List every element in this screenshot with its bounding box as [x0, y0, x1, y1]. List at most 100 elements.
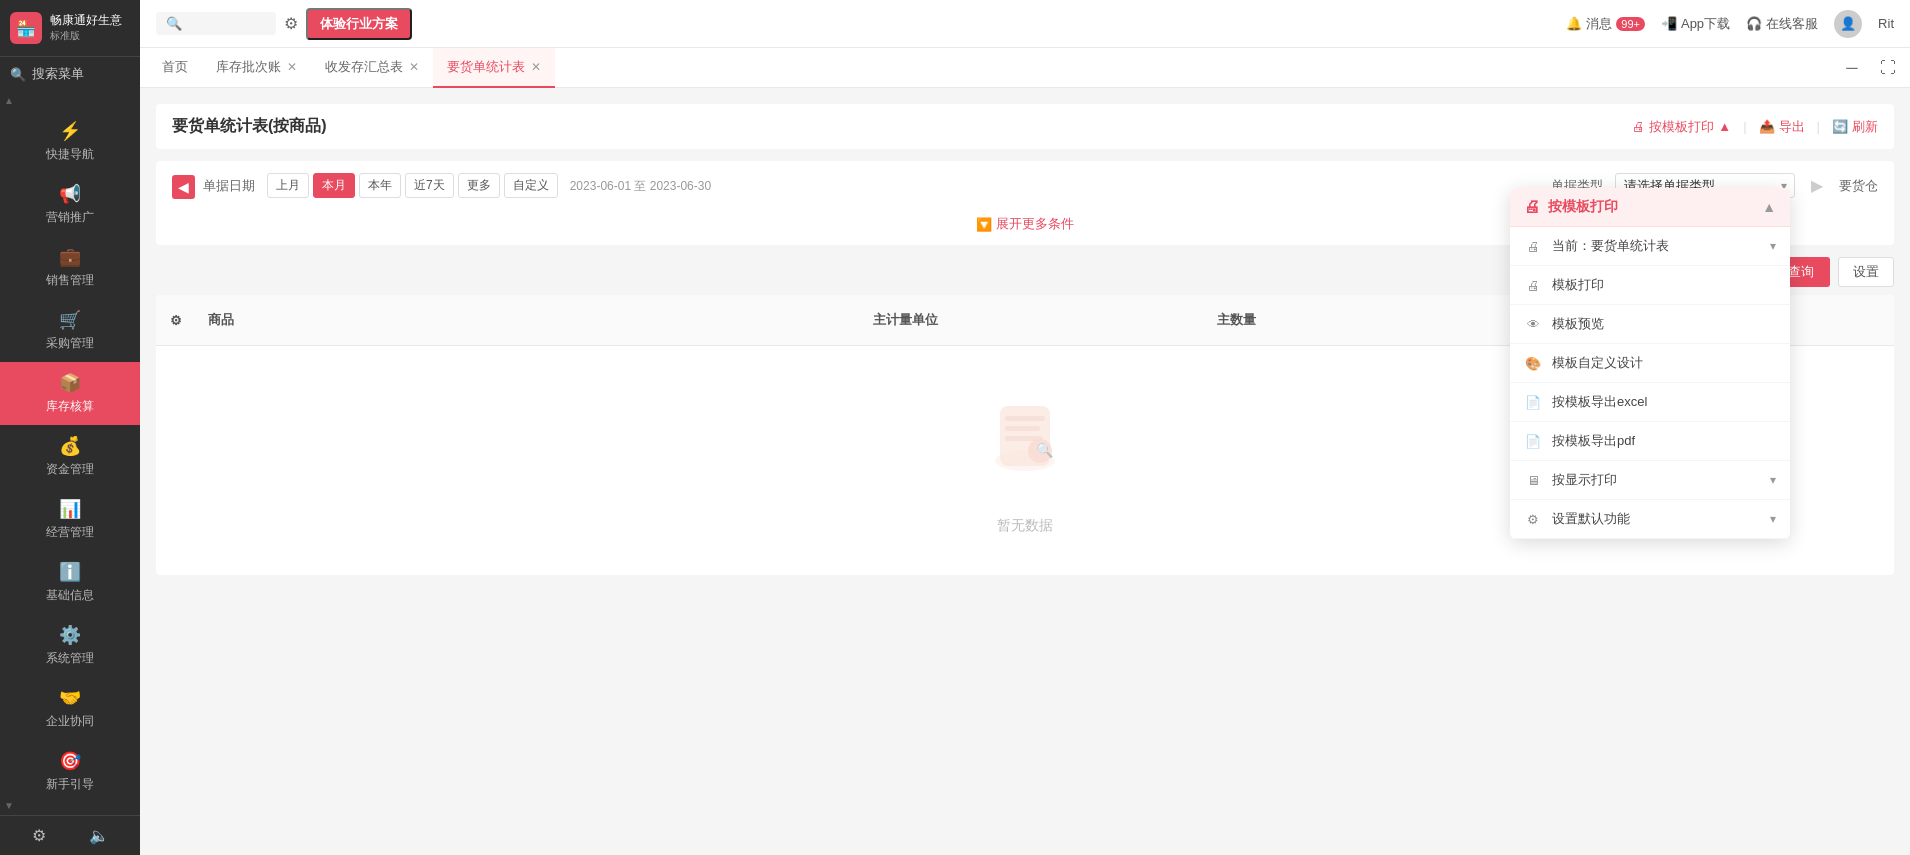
app-logo-icon: 🏪 [10, 12, 42, 44]
sound-icon[interactable]: 🔈 [89, 826, 109, 845]
tab-close-batch-account[interactable]: ✕ [287, 60, 297, 74]
export-button[interactable]: 📤 导出 [1759, 118, 1805, 136]
date-current-year[interactable]: 本年 [359, 173, 401, 198]
user-avatar[interactable]: 👤 [1834, 10, 1862, 38]
refresh-button[interactable]: 🔄 刷新 [1832, 118, 1878, 136]
sidebar-item-label: 新手引导 [46, 776, 94, 793]
tab-close-order-stats[interactable]: ✕ [531, 60, 541, 74]
dropdown-current-template[interactable]: 🖨 当前：要货单统计表 ▾ [1510, 227, 1790, 266]
export-pdf-icon: 📄 [1524, 434, 1542, 449]
tab-order-stats[interactable]: 要货单统计表 ✕ [433, 48, 555, 88]
online-service-button[interactable]: 🎧 在线客服 [1746, 15, 1818, 33]
sidebar-scroll-up[interactable]: ▲ [0, 91, 140, 110]
tab-bar: 首页 库存批次账 ✕ 收发存汇总表 ✕ 要货单统计表 ✕ ─ ⛶ [140, 48, 1910, 88]
tabs-minimize-button[interactable]: ─ [1838, 54, 1866, 82]
empty-illustration: 🔍 [975, 386, 1075, 505]
col-check[interactable]: ⚙ [156, 305, 196, 336]
sidebar-bottom: ⚙ 🔈 [0, 815, 140, 855]
tab-close-receipt-summary[interactable]: ✕ [409, 60, 419, 74]
dropdown-template-print[interactable]: 🖨 模板打印 [1510, 266, 1790, 305]
marketing-icon: 📢 [59, 183, 81, 205]
default-func-chevron: ▾ [1770, 512, 1776, 526]
basic-info-icon: ℹ️ [59, 561, 81, 583]
sidebar-item-system[interactable]: ⚙️ 系统管理 [0, 614, 140, 677]
purchase-icon: 🛒 [59, 309, 81, 331]
dropdown-export-pdf[interactable]: 📄 按模板导出pdf [1510, 422, 1790, 461]
print-dropdown-menu: 🖨 按模板打印 ▲ 🖨 当前：要货单统计表 ▾ 🖨 模板打印 👁 [1510, 188, 1790, 539]
app-name: 畅康通好生意 [50, 13, 122, 29]
display-print-icon: 🖥 [1524, 473, 1542, 488]
sidebar-item-finance[interactable]: 💰 资金管理 [0, 425, 140, 488]
quick-nav-icon: ⚡ [59, 120, 81, 142]
date-more[interactable]: 更多 [458, 173, 500, 198]
refresh-icon: 🔄 [1832, 119, 1848, 134]
messages-button[interactable]: 🔔 消息 99+ [1566, 15, 1645, 33]
sidebar-item-label: 快捷导航 [46, 146, 94, 163]
app-download-button[interactable]: 📲 App下载 [1661, 15, 1730, 33]
sidebar-item-purchase[interactable]: 🛒 采购管理 [0, 299, 140, 362]
page-header: 要货单统计表(按商品) 🖨 按模板打印 ▲ | 📤 导出 | 🔄 刷新 [156, 104, 1894, 149]
date-prev-month[interactable]: 上月 [267, 173, 309, 198]
sidebar: 🏪 畅康通好生意 标准版 🔍 搜索菜单 ▲ ⚡ 快捷导航 📢 营销推广 💼 销售… [0, 0, 140, 855]
settings-button[interactable]: 设置 [1838, 257, 1894, 287]
sidebar-item-operations[interactable]: 📊 经营管理 [0, 488, 140, 551]
sidebar-item-quick-nav[interactable]: ⚡ 快捷导航 [0, 110, 140, 173]
date-range-display: 2023-06-01 至 2023-06-30 [570, 178, 711, 195]
sidebar-scroll-down[interactable]: ▼ [0, 796, 140, 815]
export-icon: 📤 [1759, 119, 1775, 134]
sidebar-item-enterprise[interactable]: 🤝 企业协同 [0, 677, 140, 740]
sidebar-item-basic-info[interactable]: ℹ️ 基础信息 [0, 551, 140, 614]
sales-icon: 💼 [59, 246, 81, 268]
sidebar-item-label: 库存核算 [46, 398, 94, 415]
dropdown-collapse-icon[interactable]: ▲ [1762, 199, 1776, 215]
top-search-box[interactable]: 🔍 [156, 12, 276, 35]
guide-icon: 🎯 [59, 750, 81, 772]
empty-state: 🔍 暂无数据 [935, 346, 1115, 575]
svg-text:🔍: 🔍 [1036, 442, 1054, 459]
expand-icon: 🔽 [976, 217, 992, 232]
dropdown-export-excel[interactable]: 📄 按模板导出excel [1510, 383, 1790, 422]
settings-col-icon: ⚙ [170, 313, 182, 328]
search-icon: 🔍 [10, 67, 26, 82]
date-custom[interactable]: 自定义 [504, 173, 558, 198]
export-excel-icon: 📄 [1524, 395, 1542, 410]
topbar-gear-icon[interactable]: ⚙ [284, 14, 298, 33]
bell-icon: 🔔 [1566, 16, 1582, 31]
dropdown-template-preview[interactable]: 👁 模板预览 [1510, 305, 1790, 344]
svg-rect-2 [1005, 416, 1045, 421]
dropdown-display-print[interactable]: 🖥 按显示打印 ▾ [1510, 461, 1790, 500]
download-icon: 📲 [1661, 16, 1677, 31]
dropdown-header: 🖨 按模板打印 ▲ [1510, 188, 1790, 227]
filter-collapse-button[interactable]: ◀ [172, 175, 195, 199]
tab-receipt-summary[interactable]: 收发存汇总表 ✕ [311, 48, 433, 88]
sidebar-item-label: 企业协同 [46, 713, 94, 730]
date-filter-label: 单据日期 [203, 177, 255, 195]
tab-home[interactable]: 首页 [148, 48, 202, 88]
empty-text: 暂无数据 [997, 517, 1053, 535]
template-print-icon: 🖨 [1524, 278, 1542, 293]
dropdown-template-design[interactable]: 🎨 模板自定义设计 [1510, 344, 1790, 383]
headset-icon: 🎧 [1746, 16, 1762, 31]
sidebar-item-inventory[interactable]: 📦 库存核算 [0, 362, 140, 425]
print-button[interactable]: 🖨 按模板打印 ▲ [1632, 118, 1731, 136]
sidebar-search[interactable]: 🔍 搜索菜单 [0, 57, 140, 91]
sidebar-item-marketing[interactable]: 📢 营销推广 [0, 173, 140, 236]
trial-button[interactable]: 体验行业方案 [306, 8, 412, 40]
sidebar-item-label: 系统管理 [46, 650, 94, 667]
expand-conditions-button[interactable]: 🔽 展开更多条件 [976, 215, 1074, 233]
main-content: 🔍 ⚙ 体验行业方案 🔔 消息 99+ 📲 App下载 🎧 在线客服 👤 [140, 0, 1910, 855]
tab-batch-account[interactable]: 库存批次账 ✕ [202, 48, 311, 88]
sidebar-item-guide[interactable]: 🎯 新手引导 [0, 740, 140, 796]
settings-bottom-icon[interactable]: ⚙ [32, 826, 46, 845]
page-content: 要货单统计表(按商品) 🖨 按模板打印 ▲ | 📤 导出 | 🔄 刷新 [140, 88, 1910, 855]
sidebar-item-sales[interactable]: 💼 销售管理 [0, 236, 140, 299]
date-last7[interactable]: 近7天 [405, 173, 454, 198]
date-buttons: 上月 本月 本年 近7天 更多 自定义 [267, 173, 558, 198]
goods-filter-label: 要货仓 [1839, 177, 1878, 195]
date-current-month[interactable]: 本月 [313, 173, 355, 198]
default-func-icon: ⚙ [1524, 512, 1542, 527]
tabs-maximize-button[interactable]: ⛶ [1874, 54, 1902, 82]
current-template-icon: 🖨 [1524, 239, 1542, 254]
dropdown-default-function[interactable]: ⚙ 设置默认功能 ▾ [1510, 500, 1790, 539]
current-template-chevron: ▾ [1770, 239, 1776, 253]
